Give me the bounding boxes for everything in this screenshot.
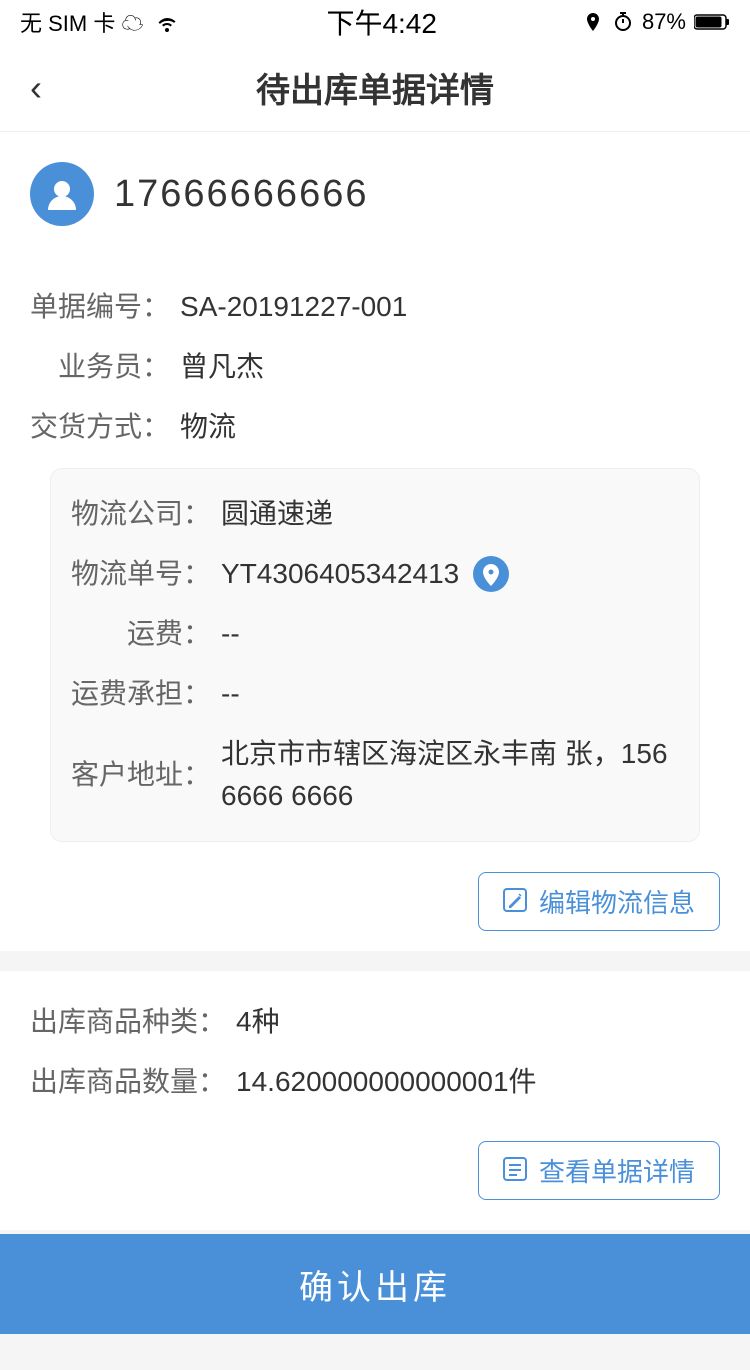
- battery-icon: [694, 13, 730, 31]
- status-left: 无 SIM 卡 ☁: [20, 6, 181, 38]
- user-phone: 17666666666: [114, 173, 368, 216]
- edit-icon: [503, 888, 531, 916]
- freight-value: --: [221, 613, 679, 655]
- delivery-value: 物流: [180, 406, 720, 448]
- outstock-quantity-row: 出库商品数量： 14.620000000000001件: [30, 1061, 720, 1103]
- location-status-icon: [582, 11, 604, 33]
- logistics-company-value: 圆通速递: [221, 493, 679, 535]
- freight-bear-value: --: [221, 673, 679, 715]
- battery-percent: 87%: [642, 9, 686, 35]
- avatar: [30, 162, 94, 226]
- outstock-types-label: 出库商品种类：: [30, 1001, 226, 1043]
- wifi-icon: [153, 12, 181, 32]
- outstock-quantity-value: 14.620000000000001件: [236, 1061, 720, 1103]
- edit-btn-label: 编辑物流信息: [539, 883, 695, 920]
- logistics-tracking-row: 物流单号： YT4306405342413: [71, 553, 679, 595]
- outstock-types-row: 出库商品种类： 4种: [30, 1001, 720, 1043]
- order-no-value: SA-20191227-001: [180, 286, 720, 328]
- view-btn-row: 查看单据详情: [0, 1131, 750, 1230]
- freight-bear-label: 运费承担：: [71, 673, 211, 715]
- location-pin-icon[interactable]: [473, 556, 509, 592]
- delivery-row: 交货方式： 物流: [30, 406, 720, 448]
- logistics-tracking-value: YT4306405342413: [221, 553, 679, 595]
- base-info-section: 单据编号： SA-20191227-001 业务员： 曾凡杰 交货方式： 物流 …: [0, 256, 750, 862]
- page-title: 待出库单据详情: [256, 63, 494, 112]
- edit-logistics-button[interactable]: 编辑物流信息: [478, 872, 720, 931]
- logistics-tracking-label: 物流单号：: [71, 553, 211, 595]
- salesman-row: 业务员： 曾凡杰: [30, 346, 720, 388]
- user-row: 17666666666: [0, 132, 750, 246]
- address-value: 北京市市辖区海淀区永丰南 张，156 6666 6666: [221, 733, 679, 817]
- address-row: 客户地址： 北京市市辖区海淀区永丰南 张，156 6666 6666: [71, 733, 679, 817]
- freight-bear-row: 运费承担： --: [71, 673, 679, 715]
- avatar-icon: [42, 174, 82, 214]
- salesman-value: 曾凡杰: [180, 346, 720, 388]
- logistics-card: 物流公司： 圆通速递 物流单号： YT4306405342413 运费： -- …: [50, 468, 700, 842]
- alarm-icon: [612, 11, 634, 33]
- edit-btn-row: 编辑物流信息: [0, 862, 750, 951]
- status-bar: 无 SIM 卡 ☁ 下午4:42 87%: [0, 0, 750, 44]
- nav-bar: ‹ 待出库单据详情: [0, 44, 750, 132]
- sim-label: 无 SIM 卡 ☁: [20, 6, 143, 38]
- outstock-section: 出库商品种类： 4种 出库商品数量： 14.620000000000001件: [0, 971, 750, 1131]
- logistics-company-label: 物流公司：: [71, 493, 211, 535]
- confirm-bar[interactable]: 确认出库: [0, 1234, 750, 1334]
- order-no-row: 单据编号： SA-20191227-001: [30, 286, 720, 328]
- view-btn-label: 查看单据详情: [539, 1152, 695, 1189]
- freight-label: 运费：: [71, 613, 211, 655]
- order-no-label: 单据编号：: [30, 286, 170, 328]
- delivery-label: 交货方式：: [30, 406, 170, 448]
- status-right: 87%: [582, 9, 730, 35]
- status-time: 下午4:42: [326, 2, 437, 42]
- section-gap-1: [0, 951, 750, 971]
- back-button[interactable]: ‹: [30, 67, 42, 109]
- address-label: 客户地址：: [71, 754, 211, 796]
- view-detail-button[interactable]: 查看单据详情: [478, 1141, 720, 1200]
- freight-row: 运费： --: [71, 613, 679, 655]
- confirm-button-label: 确认出库: [299, 1260, 451, 1309]
- outstock-types-value: 4种: [236, 1001, 720, 1043]
- logistics-company-row: 物流公司： 圆通速递: [71, 493, 679, 535]
- salesman-label: 业务员：: [30, 346, 170, 388]
- list-icon: [503, 1157, 531, 1185]
- outstock-quantity-label: 出库商品数量：: [30, 1061, 226, 1103]
